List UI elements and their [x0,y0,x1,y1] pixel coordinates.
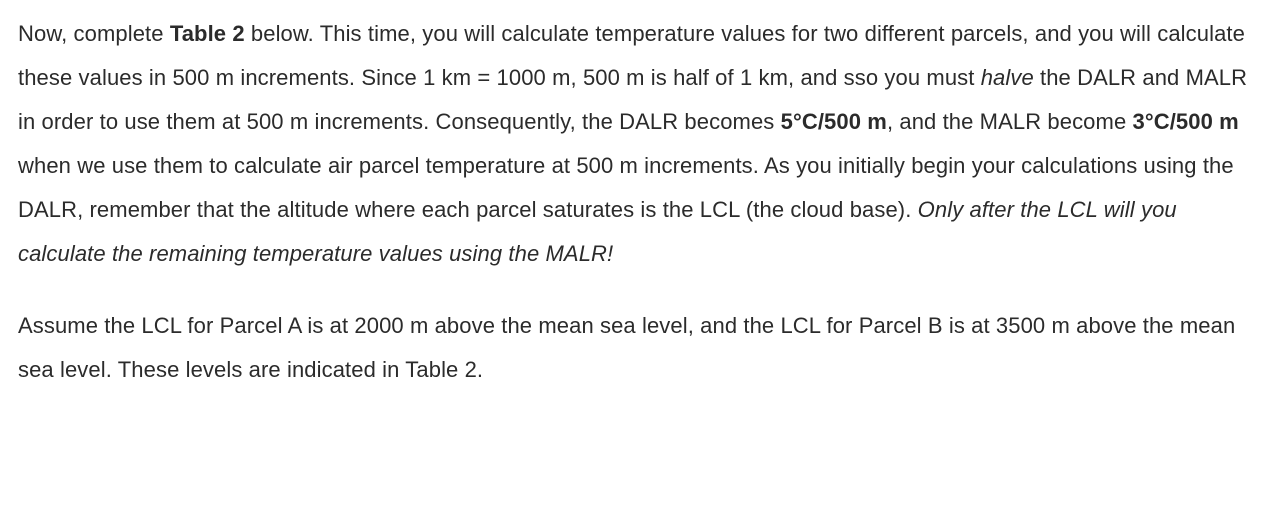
text-bold-dalr: 5°C/500 m [781,109,887,134]
text-segment: Assume the LCL for Parcel A is at 2000 m… [18,313,1235,382]
instruction-paragraph-2: Assume the LCL for Parcel A is at 2000 m… [18,304,1262,392]
text-segment: , and the MALR become [887,109,1133,134]
text-segment: Now, complete [18,21,170,46]
text-bold-table2: Table 2 [170,21,245,46]
text-italic-halve: halve [981,65,1034,90]
text-bold-malr: 3°C/500 m [1133,109,1239,134]
instruction-paragraph-1: Now, complete Table 2 below. This time, … [18,12,1262,276]
